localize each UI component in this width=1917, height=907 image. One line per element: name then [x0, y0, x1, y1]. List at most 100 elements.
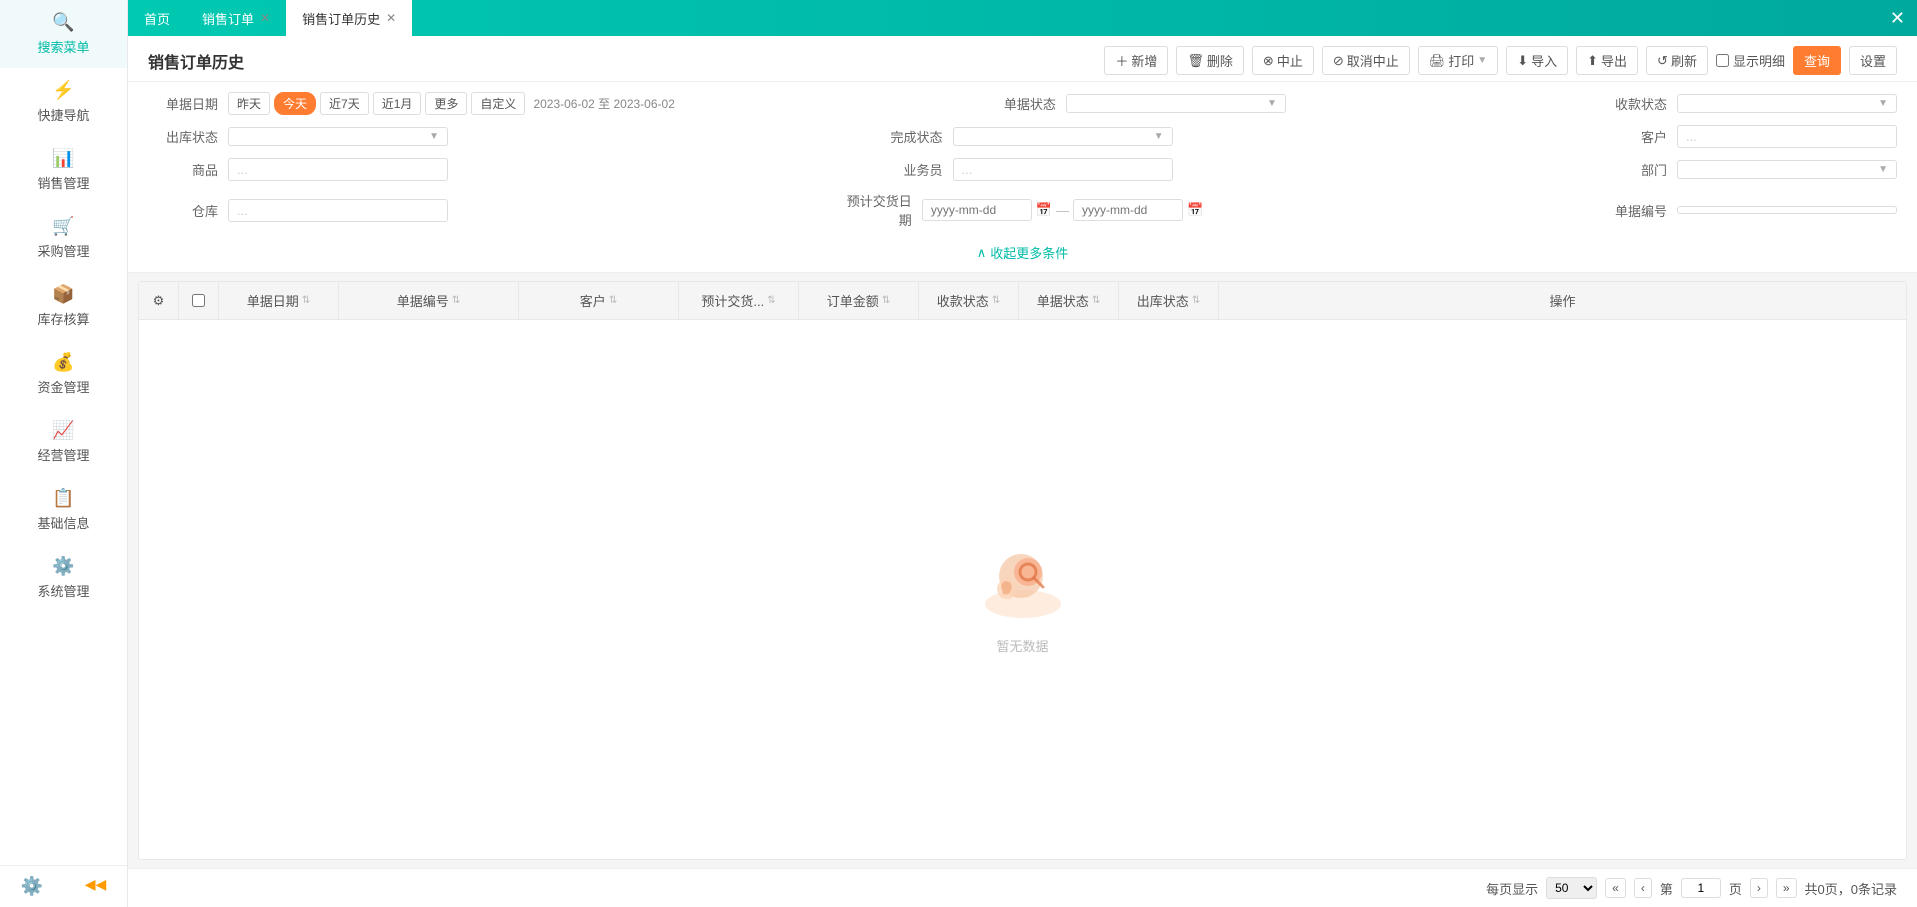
- sidebar-item-quick-nav[interactable]: ⚡ 快捷导航: [0, 68, 127, 136]
- collapse-bar[interactable]: ∧ 收起更多条件: [148, 239, 1897, 262]
- import-button[interactable]: ⬇ 导入: [1506, 46, 1568, 75]
- th-order-no[interactable]: 单据编号 ⇅: [339, 282, 519, 319]
- new-button[interactable]: ＋ 新增: [1104, 46, 1168, 75]
- customer-input[interactable]: ...: [1677, 125, 1897, 148]
- order-status-dropdown-icon: ▼: [1267, 98, 1277, 109]
- page-input[interactable]: [1681, 878, 1721, 898]
- sidebar-item-search-menu[interactable]: 🔍 搜索菜单: [0, 0, 127, 68]
- payment-status-select[interactable]: ▼: [1677, 94, 1897, 113]
- sidebar-bottom: ⚙️ ◀◀: [0, 865, 127, 907]
- empty-svg: [973, 524, 1073, 624]
- th-order-status[interactable]: 单据状态 ⇅: [1019, 282, 1119, 319]
- salesperson-input[interactable]: ...: [953, 158, 1173, 181]
- sidebar-collapse-icon[interactable]: ◀◀: [85, 876, 107, 897]
- filter-row-3: 商品 ... 业务员 ... 部门 ▼: [148, 158, 1897, 181]
- empty-illustration: [973, 524, 1073, 624]
- print-button[interactable]: 🖨 打印 ▼: [1418, 46, 1498, 75]
- th-stock-status[interactable]: 出库状态 ⇅: [1119, 282, 1219, 319]
- operations-icon: 📈: [52, 420, 74, 441]
- sidebar-item-basic-info[interactable]: 📋 基础信息: [0, 476, 127, 544]
- cancel-stop-button[interactable]: ⊘ 取消中止: [1322, 46, 1410, 75]
- date-btn-custom[interactable]: 自定义: [471, 92, 525, 115]
- th-customer[interactable]: 客户 ⇅: [519, 282, 679, 319]
- sidebar-item-capital-mgmt[interactable]: 💰 资金管理: [0, 340, 127, 408]
- sidebar-item-label: 系统管理: [37, 581, 89, 600]
- empty-state: 暂无数据: [973, 524, 1073, 655]
- complete-select[interactable]: ▼: [953, 127, 1173, 146]
- date-btn-last1m[interactable]: 近1月: [373, 92, 422, 115]
- th-date[interactable]: 单据日期 ⇅: [219, 282, 339, 319]
- tab-sales-order[interactable]: 销售订单 ✕: [186, 0, 286, 36]
- order-status-select[interactable]: ▼: [1066, 94, 1286, 113]
- product-label: 商品: [148, 160, 218, 179]
- sidebar-item-purchase-mgmt[interactable]: 🛒 采购管理: [0, 204, 127, 272]
- tab-sales-order-history[interactable]: 销售订单历史 ✕: [286, 0, 412, 36]
- dept-select[interactable]: ▼: [1677, 160, 1897, 179]
- query-button[interactable]: 查询: [1793, 46, 1841, 75]
- page-go-label: 第: [1660, 879, 1673, 898]
- th-pay-status[interactable]: 收款状态 ⇅: [919, 282, 1019, 319]
- sidebar-item-label: 销售管理: [37, 173, 89, 192]
- export-button[interactable]: ⬆ 导出: [1576, 46, 1638, 75]
- th-delivery-label: 预计交货...: [701, 291, 764, 310]
- order-no-input[interactable]: [1677, 206, 1897, 214]
- select-all-checkbox[interactable]: [192, 294, 205, 307]
- date-btn-today[interactable]: 今天: [274, 92, 316, 115]
- display-detail-text: 显示明细: [1733, 51, 1785, 70]
- search-menu-icon: 🔍: [52, 12, 74, 33]
- th-stock-status-label: 出库状态: [1137, 291, 1189, 310]
- sidebar-item-inventory[interactable]: 📦 库存核算: [0, 272, 127, 340]
- stock-out-select[interactable]: ▼: [228, 127, 448, 146]
- print-icon: 🖨: [1429, 53, 1446, 69]
- delete-button[interactable]: 🗑 删除: [1176, 46, 1244, 75]
- product-ellipsis: ...: [237, 162, 248, 177]
- sidebar-settings-icon[interactable]: ⚙️: [21, 876, 43, 897]
- tab-sales-order-history-close[interactable]: ✕: [386, 11, 396, 25]
- next-page-btn[interactable]: ›: [1750, 878, 1768, 898]
- stop-button[interactable]: ⊗ 中止: [1252, 46, 1314, 75]
- refresh-button[interactable]: ↺ 刷新: [1646, 46, 1708, 75]
- topbar-window-close[interactable]: ✕: [1878, 8, 1917, 29]
- display-detail-checkbox[interactable]: [1716, 54, 1729, 67]
- sidebar-item-label: 快捷导航: [37, 105, 89, 124]
- delivery-date-cal-icon2[interactable]: 📅: [1187, 202, 1203, 218]
- salesperson-label: 业务员: [873, 160, 943, 179]
- product-input[interactable]: ...: [228, 158, 448, 181]
- capital-mgmt-icon: 💰: [52, 352, 74, 373]
- sidebar-item-label: 经营管理: [37, 445, 89, 464]
- display-detail-label[interactable]: 显示明细: [1716, 51, 1785, 70]
- sidebar-item-operations[interactable]: 📈 经营管理: [0, 408, 127, 476]
- filter-row-1: 单据日期 昨天 今天 近7天 近1月 更多 自定义 2023-06-02 至 2…: [148, 92, 1897, 115]
- page-size-select[interactable]: 10 20 50 100: [1546, 877, 1597, 899]
- sort-stock-icon: ⇅: [1192, 295, 1200, 306]
- th-amount[interactable]: 订单金额 ⇅: [799, 282, 919, 319]
- warehouse-input[interactable]: ...: [228, 199, 448, 222]
- delivery-date-to[interactable]: [1073, 199, 1183, 221]
- th-delivery[interactable]: 预计交货... ⇅: [679, 282, 799, 319]
- prev-page-btn[interactable]: ‹: [1634, 878, 1652, 898]
- th-settings[interactable]: ⚙: [139, 282, 179, 319]
- sidebar-item-sales-mgmt[interactable]: 📊 销售管理: [0, 136, 127, 204]
- tab-sales-order-history-label: 销售订单历史: [302, 9, 380, 28]
- new-label: 新增: [1131, 51, 1157, 70]
- date-btn-yesterday[interactable]: 昨天: [228, 92, 270, 115]
- tab-home[interactable]: 首页: [128, 0, 186, 36]
- last-page-btn[interactable]: »: [1776, 878, 1797, 898]
- delivery-date-cal-icon[interactable]: 📅: [1036, 202, 1052, 218]
- date-btn-more[interactable]: 更多: [425, 92, 467, 115]
- tab-sales-order-close[interactable]: ✕: [260, 11, 270, 25]
- delivery-date-from[interactable]: [922, 199, 1032, 221]
- customer-ellipsis: ...: [1686, 129, 1697, 144]
- sort-customer-icon: ⇅: [609, 295, 617, 306]
- th-customer-label: 客户: [580, 291, 606, 310]
- sidebar-item-system-mgmt[interactable]: ⚙️ 系统管理: [0, 544, 127, 612]
- date-btn-last7[interactable]: 近7天: [320, 92, 369, 115]
- sidebar-item-label: 基础信息: [37, 513, 89, 532]
- th-checkbox[interactable]: [179, 282, 219, 319]
- sidebar: 🔍 搜索菜单 ⚡ 快捷导航 📊 销售管理 🛒 采购管理 📦 库存核算 💰 资金管…: [0, 0, 128, 907]
- page-size-label: 每页显示: [1486, 879, 1538, 898]
- sidebar-item-label: 资金管理: [37, 377, 89, 396]
- settings-button[interactable]: 设置: [1849, 46, 1897, 75]
- payment-status-label: 收款状态: [1597, 94, 1667, 113]
- first-page-btn[interactable]: «: [1605, 878, 1626, 898]
